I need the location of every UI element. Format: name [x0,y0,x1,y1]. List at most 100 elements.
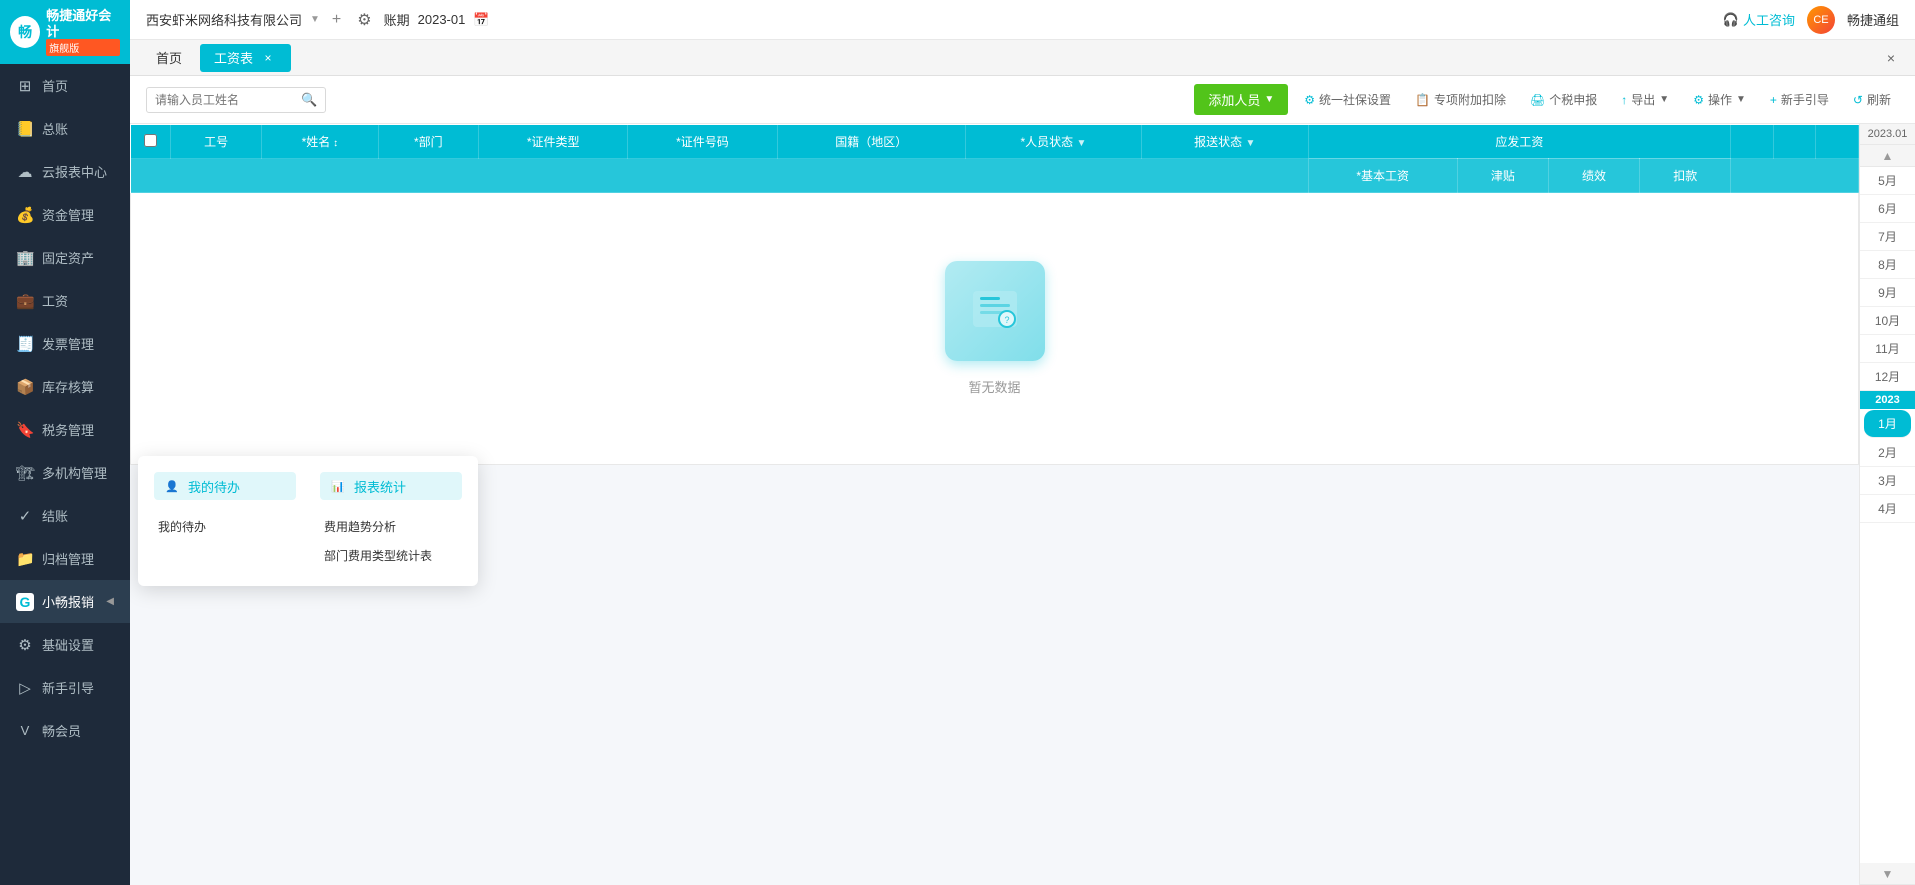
th-person-status[interactable]: *人员状态 ▼ [965,125,1141,159]
multi-org-icon: 🏗 [16,464,34,482]
month-item-3[interactable]: 3月 [1860,467,1915,495]
popup-item-dept-expense[interactable]: 部门费用类型统计表 [320,541,462,570]
popup-item-pending[interactable]: 我的待办 [154,512,296,541]
th-id-type: *证件类型 [479,125,628,159]
archive-icon: 📁 [16,550,34,568]
sidebar-item-vip[interactable]: V 畅会员 [0,709,130,752]
guide-icon: ▷ [16,679,34,697]
report-status-filter-icon[interactable]: ▼ [1246,138,1256,149]
tab-home[interactable]: 首页 [142,44,196,72]
month-item-2[interactable]: 2月 [1860,439,1915,467]
th-sub-empty2 [1731,159,1859,193]
popup-col-report: 📊 报表统计 费用趋势分析 部门费用类型统计表 [320,472,462,570]
logo-icon: 畅 [10,16,40,48]
month-item-6[interactable]: 6月 [1860,195,1915,223]
new-guide-btn[interactable]: + 新手引导 [1762,87,1837,112]
company-dropdown-icon[interactable]: ▼ [310,14,320,25]
checkout-icon: ✓ [16,507,34,525]
tab-close-button[interactable]: × [259,49,277,67]
user-name[interactable]: 畅捷通组 [1847,10,1899,29]
empty-text: 暂无数据 [968,377,1020,396]
sidebar-item-fixed-assets[interactable]: 🏢 固定资产 [0,236,130,279]
sidebar-item-xiaochang[interactable]: G 小畅报销 ◀ [0,580,130,623]
sidebar-label-archive: 归档管理 [42,549,94,568]
user-avatar[interactable]: CE [1807,6,1835,34]
month-item-7[interactable]: 7月 [1860,223,1915,251]
sidebar-item-invoice[interactable]: 🧾 发票管理 [0,322,130,365]
th-checkbox[interactable] [131,125,171,159]
empty-state-cell: ? 暂无数据 [131,193,1859,465]
sidebar-item-inventory[interactable]: 📦 库存核算 [0,365,130,408]
popup-col-pending: 👤 我的待办 我的待办 [154,472,296,570]
sidebar-label-checkout: 结账 [42,506,68,525]
search-icon: 🔍 [301,92,317,108]
period-label: 账期 [384,10,410,29]
period-value: 2023-01 [418,12,466,27]
month-item-10[interactable]: 10月 [1860,307,1915,335]
sidebar-item-multi-org[interactable]: 🏗 多机构管理 [0,451,130,494]
social-insurance-btn[interactable]: ⚙ 统一社保设置 [1296,87,1399,112]
sidebar-item-archive[interactable]: 📁 归档管理 [0,537,130,580]
sidebar-label-salary: 工资 [42,291,68,310]
popup-item-expense-trend[interactable]: 费用趋势分析 [320,512,462,541]
header-left: 西安虾米网络科技有限公司 ▼ + ⚙ 账期 2023-01 📅 [146,6,490,34]
sidebar-item-salary[interactable]: 💼 工资 [0,279,130,322]
sidebar-label-xiaochang: 小畅报销 [42,592,94,611]
window-close-button[interactable]: × [1883,46,1899,70]
add-company-icon[interactable]: + [328,7,345,33]
sidebar-label-invoice: 发票管理 [42,334,94,353]
month-item-1[interactable]: 1月 [1864,410,1911,438]
empty-state: ? 暂无数据 [141,201,1848,456]
month-item-9[interactable]: 9月 [1860,279,1915,307]
sidebar-item-ledger[interactable]: 📒 总账 [0,107,130,150]
settings-icon[interactable]: ⚙ [353,6,375,34]
social-insurance-icon: ⚙ [1304,93,1315,107]
special-deduction-btn[interactable]: 📋 专项附加扣除 [1407,87,1514,112]
ledger-icon: 📒 [16,120,34,138]
sidebar-item-home[interactable]: ⊞ 首页 [0,64,130,107]
operation-dropdown-icon: ▼ [1736,94,1746,105]
person-status-filter-icon[interactable]: ▼ [1077,138,1087,149]
headset-icon: 🎧 [1723,12,1739,28]
refresh-btn[interactable]: ↺ 刷新 [1845,87,1899,112]
operation-btn[interactable]: ⚙ 操作 ▼ [1685,87,1754,112]
export-label: 导出 [1631,91,1655,108]
sidebar-item-cloud-report[interactable]: ☁ 云报表中心 [0,150,130,193]
month-item-4[interactable]: 4月 [1860,495,1915,523]
month-item-12[interactable]: 12月 [1860,363,1915,391]
service-label: 人工咨询 [1743,10,1795,29]
sidebar-label-vip: 畅会员 [42,721,81,740]
sidebar-item-guide[interactable]: ▷ 新手引导 [0,666,130,709]
month-item-5[interactable]: 5月 [1860,167,1915,195]
month-item-11[interactable]: 11月 [1860,335,1915,363]
sidebar-item-tax[interactable]: 🔖 税务管理 [0,408,130,451]
calendar-icon[interactable]: 📅 [473,12,489,28]
main-area: 西安虾米网络科技有限公司 ▼ + ⚙ 账期 2023-01 📅 🎧 人工咨询 C… [130,0,1915,885]
sidebar-item-fund[interactable]: 💰 资金管理 [0,193,130,236]
sidebar-item-basic[interactable]: ⚙ 基础设置 [0,623,130,666]
pending-icon: 👤 [162,476,182,496]
app-logo[interactable]: 畅 畅捷通好会计 旗舰版 [0,0,130,64]
tab-salary[interactable]: 工资表 × [200,44,291,72]
sidebar-item-checkout[interactable]: ✓ 结账 [0,494,130,537]
collapse-icon: ◀ [106,596,114,607]
service-button[interactable]: 🎧 人工咨询 [1723,10,1795,29]
tax-icon: 🔖 [16,421,34,439]
add-person-button[interactable]: 添加人员 ▼ [1194,84,1288,115]
cloud-icon: ☁ [16,163,34,181]
th-base-salary: *基本工资 [1308,159,1457,193]
add-person-label: 添加人员 [1208,90,1260,109]
inventory-icon: 📦 [16,378,34,396]
sidebar-label-fund: 资金管理 [42,205,94,224]
search-input[interactable] [155,93,295,107]
personal-tax-btn[interactable]: 🖨 个税申报 [1522,87,1605,112]
export-btn[interactable]: ↑ 导出 ▼ [1613,87,1677,112]
th-name[interactable]: *姓名 [262,125,378,159]
toolbar-right: 添加人员 ▼ ⚙ 统一社保设置 📋 专项附加扣除 🖨 个税申报 ↑ 导出 [1194,84,1899,115]
empty-illustration: ? [945,261,1045,361]
month-item-8[interactable]: 8月 [1860,251,1915,279]
month-down-button[interactable]: ▼ [1860,863,1915,885]
select-all-checkbox[interactable] [144,134,157,147]
th-report-status[interactable]: 报送状态 ▼ [1141,125,1308,159]
month-up-button[interactable]: ▲ [1860,145,1915,167]
